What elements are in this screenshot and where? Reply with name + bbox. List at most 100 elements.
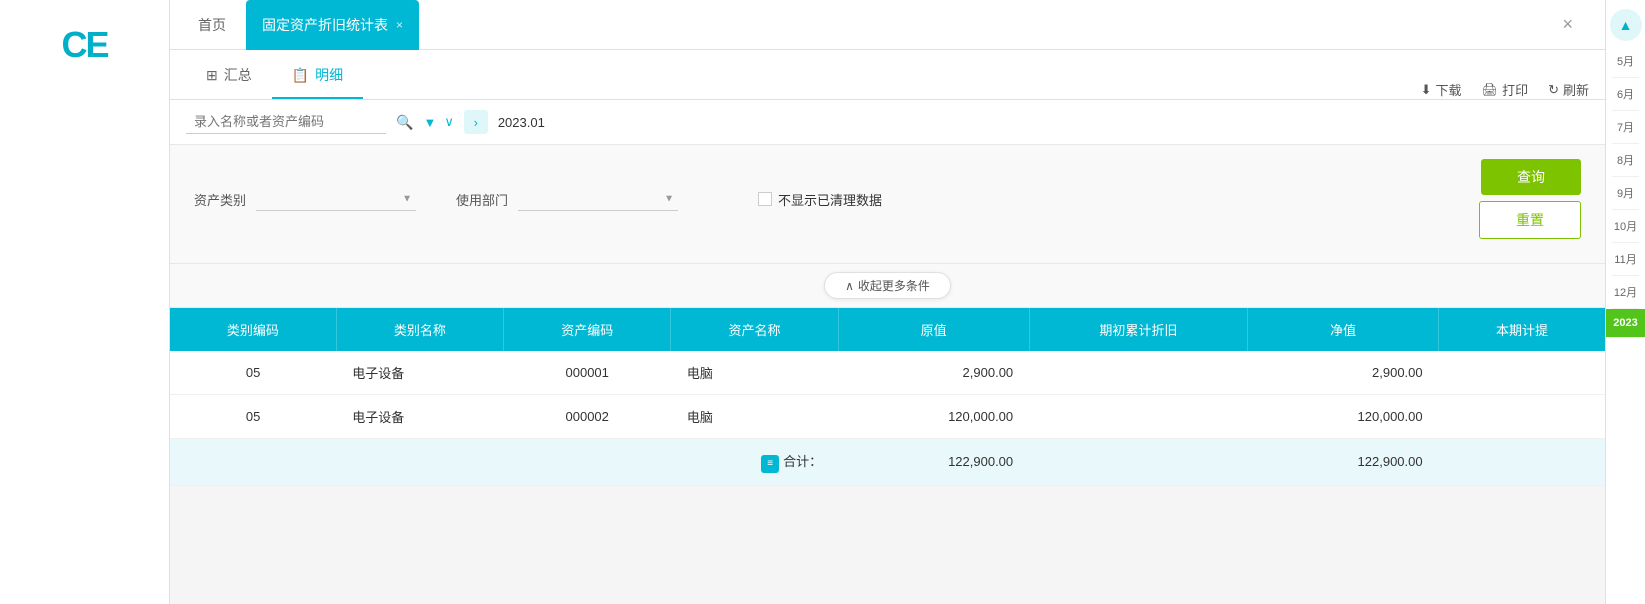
month-item[interactable]: 5月 bbox=[1612, 45, 1639, 78]
cell-current-depreciation bbox=[1439, 351, 1605, 395]
total-row: ≡合计： 122,900.00 122,900.00 bbox=[170, 439, 1605, 486]
more-filter-button[interactable]: ▼ ∨ bbox=[423, 114, 453, 130]
month-item[interactable]: 7月 bbox=[1612, 111, 1639, 144]
date-nav-arrow[interactable]: › bbox=[464, 110, 488, 134]
refresh-button[interactable]: ↻ 刷新 bbox=[1548, 80, 1589, 99]
print-icon: 🖨 bbox=[1482, 82, 1499, 98]
tab-detail[interactable]: 📋 明细 bbox=[272, 53, 363, 99]
cell-category-name: 电子设备 bbox=[336, 351, 503, 395]
cell-original-value: 2,900.00 bbox=[838, 351, 1029, 395]
col-asset-code: 资产编码 bbox=[504, 308, 671, 351]
download-icon: ⬇ bbox=[1421, 82, 1432, 98]
tab-label: 固定资产折旧统计表 bbox=[262, 15, 388, 35]
refresh-label: 刷新 bbox=[1563, 80, 1589, 99]
asset-category-field: 资产类别 ▼ bbox=[194, 187, 416, 211]
total-accumulated-depreciation bbox=[1029, 439, 1247, 486]
main-content: 首页 固定资产折旧统计表 × × ⊞ 汇总 📋 明细 ⬇ 下载 🖨 打印 ↻ bbox=[170, 0, 1605, 604]
asset-category-select-wrapper: ▼ bbox=[256, 187, 416, 211]
toolbar-right: ⬇ 下载 🖨 打印 ↻ 刷新 bbox=[1421, 80, 1589, 99]
query-button[interactable]: 查询 bbox=[1481, 159, 1581, 195]
cell-net-value: 120,000.00 bbox=[1248, 395, 1439, 439]
download-button[interactable]: ⬇ 下载 bbox=[1421, 80, 1462, 99]
department-select-wrapper: ▼ bbox=[518, 187, 678, 211]
month-item[interactable]: 10月 bbox=[1612, 210, 1639, 243]
detail-icon: 📋 bbox=[292, 67, 309, 84]
total-net-value: 122,900.00 bbox=[1248, 439, 1439, 486]
filter-bar: 🔍 ▼ ∨ › 2023.01 bbox=[170, 100, 1605, 145]
total-cell-empty-1 bbox=[170, 439, 336, 486]
department-select[interactable] bbox=[518, 187, 678, 211]
cell-accumulated-depreciation bbox=[1029, 395, 1247, 439]
table-row: 05 电子设备 000001 电脑 2,900.00 2,900.00 bbox=[170, 351, 1605, 395]
month-item[interactable]: 8月 bbox=[1612, 144, 1639, 177]
sub-tabs: ⊞ 汇总 📋 明细 ⬇ 下载 🖨 打印 ↻ 刷新 bbox=[170, 50, 1605, 100]
hide-cleared-wrapper: 不显示已清理数据 bbox=[758, 190, 882, 209]
total-original-value: 122,900.00 bbox=[838, 439, 1029, 486]
detail-label: 明细 bbox=[315, 65, 343, 85]
refresh-icon: ↻ bbox=[1548, 82, 1559, 98]
table-wrapper: 类别编码 类别名称 资产编码 资产名称 原值 期初累计折旧 净值 本期计提 05… bbox=[170, 308, 1605, 604]
collapse-button[interactable]: ∧ 收起更多条件 bbox=[824, 272, 951, 299]
print-button[interactable]: 🖨 打印 bbox=[1482, 80, 1529, 99]
right-sidebar: ▲ 5月6月7月8月9月10月11月12月 2023 bbox=[1605, 0, 1645, 604]
hide-cleared-label: 不显示已清理数据 bbox=[778, 190, 882, 209]
col-current-depreciation: 本期计提 bbox=[1439, 308, 1605, 351]
col-original-value: 原值 bbox=[838, 308, 1029, 351]
col-asset-name: 资产名称 bbox=[671, 308, 838, 351]
collapse-up-icon: ∧ bbox=[845, 279, 854, 293]
col-category-code: 类别编码 bbox=[170, 308, 336, 351]
collapse-bar: ∧ 收起更多条件 bbox=[170, 264, 1605, 308]
scroll-up-button[interactable]: ▲ bbox=[1610, 9, 1642, 41]
print-label: 打印 bbox=[1502, 80, 1528, 99]
cell-asset-name: 电脑 bbox=[671, 395, 838, 439]
cell-original-value: 120,000.00 bbox=[838, 395, 1029, 439]
department-label: 使用部门 bbox=[456, 190, 508, 209]
cell-category-code: 05 bbox=[170, 395, 336, 439]
year-badge[interactable]: 2023 bbox=[1606, 309, 1645, 338]
col-category-name: 类别名称 bbox=[336, 308, 503, 351]
filter-actions: 查询 重置 bbox=[1479, 159, 1581, 239]
collapse-label: 收起更多条件 bbox=[858, 277, 930, 294]
filter-row-1: 资产类别 ▼ 使用部门 ▼ 不显示已清理数 bbox=[194, 159, 1581, 239]
col-accumulated-depreciation: 期初累计折旧 bbox=[1029, 308, 1247, 351]
search-icon[interactable]: 🔍 bbox=[396, 114, 413, 131]
tab-summary[interactable]: ⊞ 汇总 bbox=[186, 53, 272, 99]
window-close-button[interactable]: × bbox=[1546, 14, 1589, 35]
total-current-depreciation bbox=[1439, 439, 1605, 486]
home-link[interactable]: 首页 bbox=[186, 15, 238, 35]
cell-asset-name: 电脑 bbox=[671, 351, 838, 395]
logo: CE bbox=[40, 10, 130, 80]
month-item[interactable]: 6月 bbox=[1612, 78, 1639, 111]
reset-button[interactable]: 重置 bbox=[1479, 201, 1581, 239]
chevron-down-icon: ∨ bbox=[444, 114, 454, 130]
tab-close-icon[interactable]: × bbox=[396, 18, 403, 32]
cell-asset-code: 000001 bbox=[504, 351, 671, 395]
summary-label: 汇总 bbox=[224, 65, 252, 85]
search-input[interactable] bbox=[186, 110, 386, 134]
total-icon: ≡ bbox=[761, 455, 779, 473]
month-item[interactable]: 12月 bbox=[1612, 276, 1639, 309]
asset-category-label: 资产类别 bbox=[194, 190, 246, 209]
col-net-value: 净值 bbox=[1248, 308, 1439, 351]
data-table: 类别编码 类别名称 资产编码 资产名称 原值 期初累计折旧 净值 本期计提 05… bbox=[170, 308, 1605, 486]
cell-accumulated-depreciation bbox=[1029, 351, 1247, 395]
advanced-filter: 资产类别 ▼ 使用部门 ▼ 不显示已清理数 bbox=[170, 145, 1605, 264]
month-item[interactable]: 9月 bbox=[1612, 177, 1639, 210]
table-header-row: 类别编码 类别名称 资产编码 资产名称 原值 期初累计折旧 净值 本期计提 bbox=[170, 308, 1605, 351]
cell-net-value: 2,900.00 bbox=[1248, 351, 1439, 395]
filter-icon: ▼ bbox=[423, 115, 436, 130]
download-label: 下载 bbox=[1436, 80, 1462, 99]
department-field: 使用部门 ▼ bbox=[456, 187, 678, 211]
left-sidebar: CE bbox=[0, 0, 170, 604]
cell-category-code: 05 bbox=[170, 351, 336, 395]
hide-cleared-checkbox[interactable] bbox=[758, 192, 772, 206]
active-tab[interactable]: 固定资产折旧统计表 × bbox=[246, 0, 419, 50]
table-row: 05 电子设备 000002 电脑 120,000.00 120,000.00 bbox=[170, 395, 1605, 439]
top-nav: 首页 固定资产折旧统计表 × × bbox=[170, 0, 1605, 50]
date-label: 2023.01 bbox=[498, 115, 545, 130]
month-item[interactable]: 11月 bbox=[1612, 243, 1639, 276]
cell-current-depreciation bbox=[1439, 395, 1605, 439]
cell-category-name: 电子设备 bbox=[336, 395, 503, 439]
asset-category-select[interactable] bbox=[256, 187, 416, 211]
summary-icon: ⊞ bbox=[206, 67, 218, 84]
